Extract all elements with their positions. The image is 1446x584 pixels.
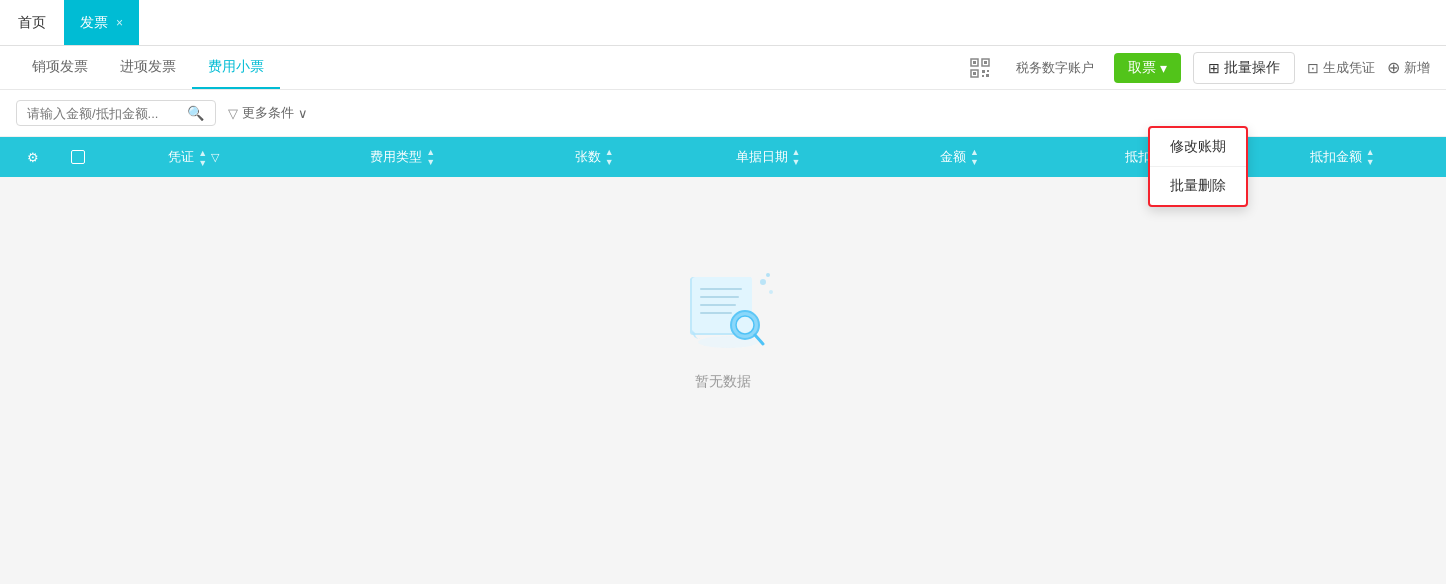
home-label: 首页 — [18, 14, 46, 32]
th-deduct[interactable]: 抵扣金额 ▲▼ — [1247, 148, 1438, 167]
top-nav: 首页 发票 × — [0, 0, 1446, 46]
th-voucher[interactable]: 凭证 ▲▼ ▽ — [98, 147, 289, 168]
batch-btn-label: 批量操作 — [1224, 59, 1280, 77]
search-icon[interactable]: 🔍 — [187, 105, 204, 121]
tab-input[interactable]: 进项发票 — [104, 46, 192, 89]
batch-icon: ⊞ — [1208, 60, 1220, 76]
tax-digital-label: 税务数字账户 — [1016, 60, 1094, 75]
th-date-label: 单据日期 — [736, 148, 788, 166]
sub-tabs-bar: 销项发票 进项发票 费用小票 税务数字账户 取票 ▾ — [0, 46, 1446, 90]
tab-input-label: 进项发票 — [120, 58, 176, 76]
sort-icon: ▲▼ — [792, 148, 801, 167]
th-type-label: 费用类型 — [370, 148, 422, 166]
generate-icon: ⊡ — [1307, 60, 1319, 76]
sort-icon: ▲▼ — [970, 148, 979, 167]
invoice-tab-label: 发票 — [80, 14, 108, 32]
tab-actions: 税务数字账户 取票 ▾ ⊞ 批量操作 ⊡ 生成凭证 ⊕ 新增 — [964, 52, 1430, 84]
more-filter-label: 更多条件 — [242, 104, 294, 122]
empty-state: 暂无数据 — [0, 177, 1446, 471]
add-btn-label: 新增 — [1404, 59, 1430, 77]
add-icon: ⊕ — [1387, 58, 1400, 77]
filter-icon: ▽ — [228, 106, 238, 121]
svg-rect-6 — [982, 70, 985, 73]
batch-delete-item[interactable]: 批量删除 — [1150, 166, 1246, 205]
filter-col-icon: ▽ — [211, 151, 219, 164]
take-btn-label: 取票 — [1128, 59, 1156, 77]
svg-rect-7 — [987, 70, 989, 72]
svg-point-16 — [736, 316, 754, 334]
sort-icon: ▲▼ — [198, 147, 207, 168]
empty-text: 暂无数据 — [695, 373, 751, 391]
tab-sales[interactable]: 销项发票 — [16, 46, 104, 89]
search-box[interactable]: 🔍 — [16, 100, 216, 126]
gear-icon: ⚙ — [27, 150, 39, 165]
svg-point-20 — [766, 273, 770, 277]
th-expense-type[interactable]: 费用类型 ▲▼ — [289, 148, 516, 167]
modify-period-item[interactable]: 修改账期 — [1150, 128, 1246, 166]
batch-operation-button[interactable]: ⊞ 批量操作 — [1193, 52, 1295, 84]
close-icon[interactable]: × — [116, 16, 123, 30]
th-amount-label: 金额 — [940, 148, 966, 166]
more-filter-button[interactable]: ▽ 更多条件 ∨ — [228, 104, 308, 122]
more-filter-arrow-icon: ∨ — [298, 106, 308, 121]
th-voucher-label: 凭证 — [168, 148, 194, 166]
tax-digital-button[interactable]: 税务数字账户 — [1008, 59, 1102, 77]
sort-icon: ▲▼ — [605, 148, 614, 167]
sort-icon: ▲▼ — [1366, 148, 1375, 167]
header-checkbox[interactable] — [71, 150, 85, 164]
search-input[interactable] — [27, 106, 187, 121]
svg-rect-9 — [986, 74, 989, 77]
invoice-tab[interactable]: 发票 × — [64, 0, 139, 45]
tab-sales-label: 销项发票 — [32, 58, 88, 76]
take-ticket-button[interactable]: 取票 ▾ — [1114, 53, 1181, 83]
qr-icon — [969, 57, 991, 79]
svg-rect-1 — [973, 61, 976, 64]
th-count[interactable]: 张数 ▲▼ — [516, 148, 672, 167]
svg-point-18 — [760, 279, 766, 285]
sort-icon: ▲▼ — [426, 148, 435, 167]
svg-rect-5 — [973, 72, 976, 75]
home-tab[interactable]: 首页 — [0, 0, 64, 45]
tab-expense[interactable]: 费用小票 — [192, 46, 280, 89]
th-amount[interactable]: 金额 ▲▼ — [864, 148, 1055, 167]
generate-voucher-button[interactable]: ⊡ 生成凭证 — [1307, 59, 1375, 77]
svg-rect-8 — [982, 75, 984, 77]
add-button[interactable]: ⊕ 新增 — [1387, 58, 1430, 77]
batch-delete-label: 批量删除 — [1170, 177, 1226, 193]
th-checkbox[interactable] — [58, 150, 98, 164]
th-settings[interactable]: ⚙ — [8, 150, 58, 165]
th-deduct-label: 抵扣金额 — [1310, 148, 1362, 166]
qr-button[interactable] — [964, 52, 996, 84]
th-date[interactable]: 单据日期 ▲▼ — [672, 148, 863, 167]
svg-rect-3 — [984, 61, 987, 64]
modify-period-label: 修改账期 — [1170, 138, 1226, 154]
generate-btn-label: 生成凭证 — [1323, 59, 1375, 77]
take-arrow-icon: ▾ — [1160, 60, 1167, 76]
batch-dropdown-menu: 修改账期 批量删除 — [1148, 126, 1248, 207]
svg-point-19 — [769, 290, 773, 294]
th-count-label: 张数 — [575, 148, 601, 166]
empty-illustration — [663, 257, 783, 357]
tab-expense-label: 费用小票 — [208, 58, 264, 76]
